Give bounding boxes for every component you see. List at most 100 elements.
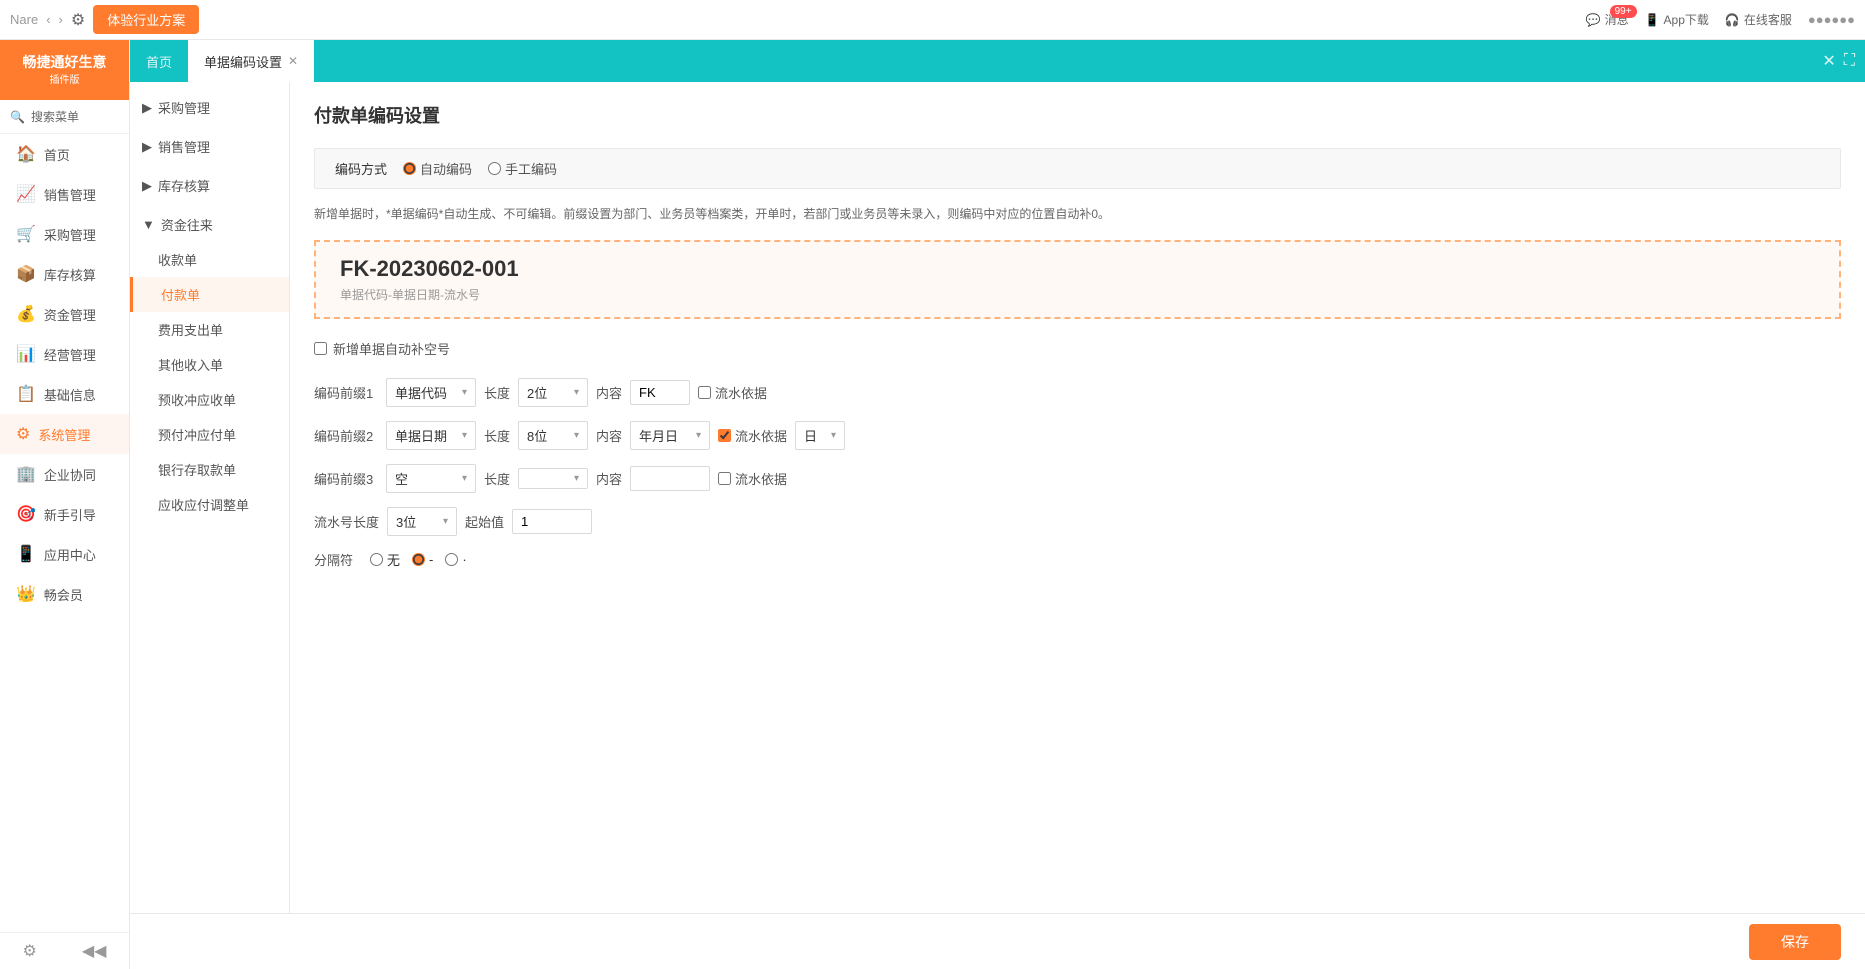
sub-item-other-income[interactable]: 其他收入单	[130, 347, 289, 382]
basic-icon: 📋	[16, 384, 36, 404]
stream2-checkbox-label[interactable]: 流水依据	[718, 426, 787, 445]
collapse-icon[interactable]: ◀◀	[82, 941, 107, 961]
sidebar-item-home[interactable]: 🏠 首页	[0, 134, 129, 174]
messages-item[interactable]: 💬 消息 99+	[1586, 11, 1629, 28]
sidebar-search[interactable]: 🔍 搜索菜单	[0, 100, 129, 134]
settings-bottom-icon[interactable]: ⚙	[23, 941, 37, 961]
sidebar-item-system[interactable]: ⚙ 系统管理	[0, 414, 129, 454]
sep-dash-item[interactable]: -	[412, 552, 433, 567]
sep-dot-radio[interactable]	[445, 553, 458, 566]
sidebar-item-sales[interactable]: 📈 销售管理	[0, 174, 129, 214]
chevron-down-icon: ▾	[462, 430, 467, 441]
sub-item-bank[interactable]: 银行存取款单	[130, 452, 289, 487]
sidebar-item-member[interactable]: 👑 畅会员	[0, 574, 129, 614]
operations-icon: 📊	[16, 344, 36, 364]
length1-select[interactable]: 2位 ▾	[518, 378, 588, 407]
sidebar-item-basic[interactable]: 📋 基础信息	[0, 374, 129, 414]
sidebar-menu: 🏠 首页 📈 销售管理 🛒 采购管理 📦 库存核算 💰 资金管理 📊 经	[0, 134, 129, 932]
sub-group-purchase: ▶ 采购管理	[130, 90, 289, 125]
stream2-checkbox[interactable]	[718, 429, 731, 442]
tab-encoding[interactable]: 单据编码设置 ✕	[188, 40, 314, 82]
content3-input[interactable]	[630, 466, 710, 491]
member-icon: 👑	[16, 584, 36, 604]
manual-radio[interactable]	[488, 162, 501, 175]
message-icon: 💬	[1586, 13, 1601, 27]
length3-label: 长度	[484, 469, 510, 488]
tab-maximize-icon[interactable]: ⛶	[1844, 52, 1855, 70]
chevron-down-icon: ▾	[443, 516, 448, 527]
nav-back[interactable]: ‹	[46, 12, 50, 27]
sep-dot-item[interactable]: ·	[445, 552, 466, 567]
sidebar-item-apps[interactable]: 📱 应用中心	[0, 534, 129, 574]
manual-radio-item[interactable]: 手工编码	[488, 159, 557, 178]
sub-item-receipt[interactable]: 收款单	[130, 242, 289, 277]
sidebar-item-guide[interactable]: 🎯 新手引导	[0, 494, 129, 534]
sub-header-purchase[interactable]: ▶ 采购管理	[130, 90, 289, 125]
sub-item-adj[interactable]: 应收应付调整单	[130, 487, 289, 522]
sidebar-item-finance[interactable]: 💰 资金管理	[0, 294, 129, 334]
content-area: 首页 单据编码设置 ✕ ✕ ⛶ ▶ 采购管理	[130, 40, 1865, 969]
sidebar-item-label: 采购管理	[44, 225, 96, 244]
tab-home-label: 首页	[146, 52, 172, 71]
experience-btn[interactable]: 体验行业方案	[93, 5, 199, 34]
nav-forward[interactable]: ›	[59, 12, 63, 27]
sub-header-finance[interactable]: ▼ 资金往来	[130, 207, 289, 242]
prefix2-select[interactable]: 单据日期 ▾	[386, 421, 476, 450]
sub-header-sales[interactable]: ▶ 销售管理	[130, 129, 289, 164]
content2-select[interactable]: 年月日 ▾	[630, 421, 710, 450]
sidebar-item-label: 畅会员	[44, 585, 83, 604]
encoding-radio-group: 自动编码 手工编码	[403, 159, 557, 178]
sidebar-item-label: 系统管理	[38, 425, 90, 444]
sub-item-expense[interactable]: 费用支出单	[130, 312, 289, 347]
sidebar-item-enterprise[interactable]: 🏢 企业协同	[0, 454, 129, 494]
stream-num-row: 流水号长度 3位 ▾ 起始值	[314, 507, 1841, 536]
sub-sidebar: ▶ 采购管理 ▶ 销售管理 ▶ 库存核算	[130, 82, 290, 913]
stream3-checkbox[interactable]	[718, 472, 731, 485]
tab-minimize-icon[interactable]: ✕	[1822, 51, 1835, 71]
expand-icon: ▶	[142, 100, 152, 116]
sep-none-radio[interactable]	[370, 553, 383, 566]
auto-radio[interactable]	[403, 162, 416, 175]
stream2-unit-select[interactable]: 日 ▾	[795, 421, 845, 450]
top-bar-left: Nare ‹ › ⚙ 体验行业方案	[10, 5, 199, 34]
length2-value: 8位	[527, 426, 547, 445]
chevron-down-icon: ▾	[574, 430, 579, 441]
online-service-item[interactable]: 🎧 在线客服	[1725, 11, 1792, 28]
tab-close-icon[interactable]: ✕	[288, 54, 298, 68]
page-title: 付款单编码设置	[314, 102, 1841, 128]
content1-input[interactable]	[630, 380, 690, 405]
sidebar-item-label: 经营管理	[44, 345, 96, 364]
user-avatar[interactable]: ●●●●●●	[1808, 12, 1855, 27]
sub-header-inventory[interactable]: ▶ 库存核算	[130, 168, 289, 203]
sidebar-item-operations[interactable]: 📊 经营管理	[0, 334, 129, 374]
stream3-checkbox-label[interactable]: 流水依据	[718, 469, 787, 488]
sep-dash-radio[interactable]	[412, 553, 425, 566]
auto-radio-item[interactable]: 自动编码	[403, 159, 472, 178]
save-button[interactable]: 保存	[1749, 924, 1841, 960]
sidebar-item-label: 应用中心	[44, 545, 96, 564]
sidebar-bottom: ⚙ ◀◀	[0, 932, 129, 969]
sidebar-logo: 畅捷通好生意 插件版	[0, 40, 129, 100]
stream1-checkbox-label[interactable]: 流水依据	[698, 383, 767, 402]
stream1-checkbox[interactable]	[698, 386, 711, 399]
preview-label: 单据代码-单据日期-流水号	[340, 286, 1815, 303]
finance-icon: 💰	[16, 304, 36, 324]
prefix3-select[interactable]: 空 ▾	[386, 464, 476, 493]
sidebar-item-purchase[interactable]: 🛒 采购管理	[0, 214, 129, 254]
sep-none-item[interactable]: 无	[370, 550, 400, 569]
length2-select[interactable]: 8位 ▾	[518, 421, 588, 450]
tab-home[interactable]: 首页	[130, 40, 188, 82]
sidebar-item-inventory[interactable]: 📦 库存核算	[0, 254, 129, 294]
start-input[interactable]	[512, 509, 592, 534]
sub-item-payment[interactable]: 付款单	[130, 277, 289, 312]
prefix1-select[interactable]: 单据代码 ▾	[386, 378, 476, 407]
stream-num-select[interactable]: 3位 ▾	[387, 507, 457, 536]
prefix3-row: 编码前缀3 空 ▾ 长度 ▾ 内容 流水依据	[314, 464, 1841, 493]
settings-icon[interactable]: ⚙	[71, 10, 85, 30]
app-download-item[interactable]: 📱 App下载	[1645, 11, 1709, 28]
length3-select[interactable]: ▾	[518, 468, 588, 489]
stream2-unit: 日	[804, 426, 817, 445]
auto-fill-checkbox[interactable]	[314, 342, 327, 355]
sub-item-prepay-pay[interactable]: 预付冲应付单	[130, 417, 289, 452]
sub-item-prepay-receive[interactable]: 预收冲应收单	[130, 382, 289, 417]
